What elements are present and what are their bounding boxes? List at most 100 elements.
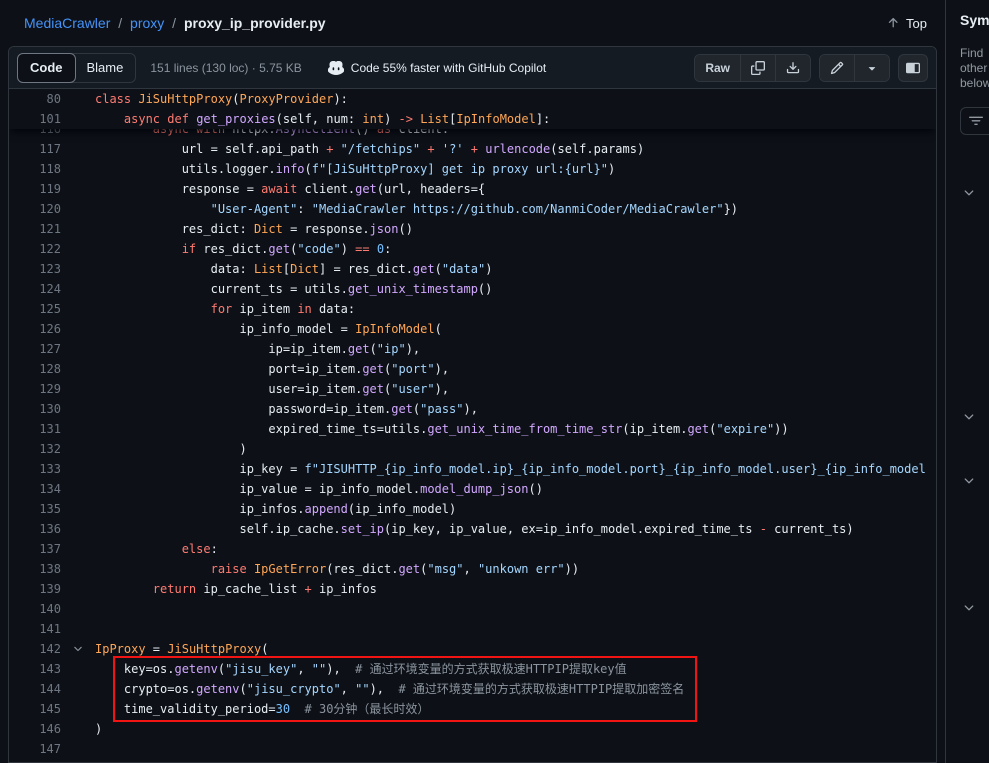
line-number[interactable]: 121 [9,219,61,239]
triangle-down-icon [865,61,879,75]
raw-button[interactable]: Raw [695,55,740,81]
code-text: response = await client.get(url, headers… [95,179,485,199]
breadcrumb-folder-link[interactable]: proxy [130,15,164,31]
code-line: 129 user=ip_item.get("user"), [9,379,936,399]
code-text: self.ip_cache.set_ip(ip_key, ip_value, e… [95,519,854,539]
chevron-down-icon[interactable] [962,601,976,620]
code-line: 144 crypto=os.getenv("jisu_crypto", ""),… [9,679,936,699]
line-number[interactable]: 135 [9,499,61,519]
copy-button[interactable] [740,55,775,81]
line-number[interactable]: 118 [9,159,61,179]
line-number[interactable]: 142 [9,639,61,659]
code-line: 142 IpProxy = JiSuHttpProxy( [9,639,936,659]
line-number[interactable]: 125 [9,299,61,319]
code-line: 120 "User-Agent": "MediaCrawler https://… [9,199,936,219]
line-number[interactable]: 132 [9,439,61,459]
line-number[interactable]: 117 [9,139,61,159]
line-number[interactable]: 145 [9,699,61,719]
file-toolbar: Code Blame 151 lines (130 loc) · 5.75 KB… [9,47,936,89]
line-number[interactable]: 126 [9,319,61,339]
code-text: ip_value = ip_info_model.model_dump_json… [95,479,543,499]
code-text: key=os.getenv("jisu_key", ""), # 通过环境变量的… [95,659,627,679]
code-line: 134 ip_value = ip_info_model.model_dump_… [9,479,936,499]
line-number[interactable]: 136 [9,519,61,539]
arrow-up-icon [886,16,900,30]
chevron-down-icon[interactable] [962,410,976,429]
edit-button[interactable] [820,55,854,81]
code-line: 124 current_ts = utils.get_unix_timestam… [9,279,936,299]
code-line: 133 ip_key = f"JISUHTTP_{ip_info_model.i… [9,459,936,479]
github-file-view: MediaCrawler / proxy / proxy_ip_provider… [0,0,989,763]
code-line: 119 response = await client.get(url, hea… [9,179,936,199]
code-text: ) [95,439,247,459]
code-line: 122 if res_dict.get("code") == 0: [9,239,936,259]
copilot-icon [328,60,344,76]
collapse-chevron-icon[interactable] [61,643,95,655]
line-number[interactable]: 124 [9,279,61,299]
copilot-banner[interactable]: Code 55% faster with GitHub Copilot [328,60,546,76]
edit-actions-group [819,54,890,82]
code-line: 147 [9,739,936,759]
file-meta-info: 151 lines (130 loc) · 5.75 KB [150,61,301,75]
code-text: password=ip_item.get("pass"), [95,399,478,419]
code-text: res_dict: Dict = response.json() [95,219,413,239]
side-panel-icon [906,61,920,75]
line-number[interactable]: 128 [9,359,61,379]
line-number[interactable]: 129 [9,379,61,399]
code-text: async def get_proxies(self, num: int) ->… [95,109,550,129]
tab-code[interactable]: Code [17,53,76,83]
breadcrumb-separator: / [172,15,176,31]
code-line: 128 port=ip_item.get("port"), [9,359,936,379]
back-to-top-button[interactable]: Top [886,16,927,31]
code-viewer: 80 class JiSuHttpProxy(ProxyProvider): 101… [9,89,936,762]
sticky-context-lines: 80 class JiSuHttpProxy(ProxyProvider): 101… [9,89,936,129]
line-number[interactable]: 120 [9,199,61,219]
code-line: 121 res_dict: Dict = response.json() [9,219,936,239]
symbols-panel-toggle-button[interactable] [898,54,928,82]
chevron-down-icon[interactable] [962,474,976,493]
code-text: url = self.api_path + "/fetchips" + '?' … [95,139,644,159]
code-line: 127 ip=ip_item.get("ip"), [9,339,936,359]
line-number[interactable]: 134 [9,479,61,499]
line-number[interactable]: 122 [9,239,61,259]
code-text: IpProxy = JiSuHttpProxy( [95,639,268,659]
code-text: ip_info_model = IpInfoModel( [95,319,442,339]
copilot-banner-text: Code 55% faster with GitHub Copilot [351,61,546,75]
line-number[interactable]: 138 [9,559,61,579]
download-button[interactable] [775,55,810,81]
code-text: user=ip_item.get("user"), [95,379,449,399]
code-text: utils.logger.info(f"[JiSuHttpProxy] get … [95,159,615,179]
code-text: data: List[Dict] = res_dict.get("data") [95,259,492,279]
edit-dropdown-button[interactable] [854,55,889,81]
line-number[interactable]: 80 [9,89,61,109]
file-content-box: Code Blame 151 lines (130 loc) · 5.75 KB… [8,46,937,763]
line-number[interactable]: 123 [9,259,61,279]
line-number[interactable]: 133 [9,459,61,479]
line-number[interactable]: 119 [9,179,61,199]
breadcrumb-repo-link[interactable]: MediaCrawler [24,15,110,31]
line-number[interactable]: 130 [9,399,61,419]
symbols-filter-input[interactable] [960,107,989,135]
code-text: crypto=os.getenv("jisu_crypto", ""), # 通… [95,679,684,699]
code-line: 136 self.ip_cache.set_ip(ip_key, ip_valu… [9,519,936,539]
line-number[interactable]: 137 [9,539,61,559]
code-line: 117 url = self.api_path + "/fetchips" + … [9,139,936,159]
code-line: 132 ) [9,439,936,459]
line-number[interactable]: 140 [9,599,61,619]
tab-blame[interactable]: Blame [74,53,137,83]
code-text: for ip_item in data: [95,299,355,319]
line-number[interactable]: 131 [9,419,61,439]
code-blame-switcher: Code Blame [17,53,136,83]
line-number[interactable]: 101 [9,109,61,129]
line-number[interactable]: 144 [9,679,61,699]
line-number[interactable]: 127 [9,339,61,359]
line-number[interactable]: 141 [9,619,61,639]
code-text: class JiSuHttpProxy(ProxyProvider): [95,89,348,109]
symbols-panel: Symbols Find other below [945,0,989,763]
line-number[interactable]: 139 [9,579,61,599]
line-number[interactable]: 143 [9,659,61,679]
breadcrumb: MediaCrawler / proxy / proxy_ip_provider… [0,0,945,46]
line-number[interactable]: 147 [9,739,61,759]
line-number[interactable]: 146 [9,719,61,739]
chevron-down-icon[interactable] [962,186,976,205]
